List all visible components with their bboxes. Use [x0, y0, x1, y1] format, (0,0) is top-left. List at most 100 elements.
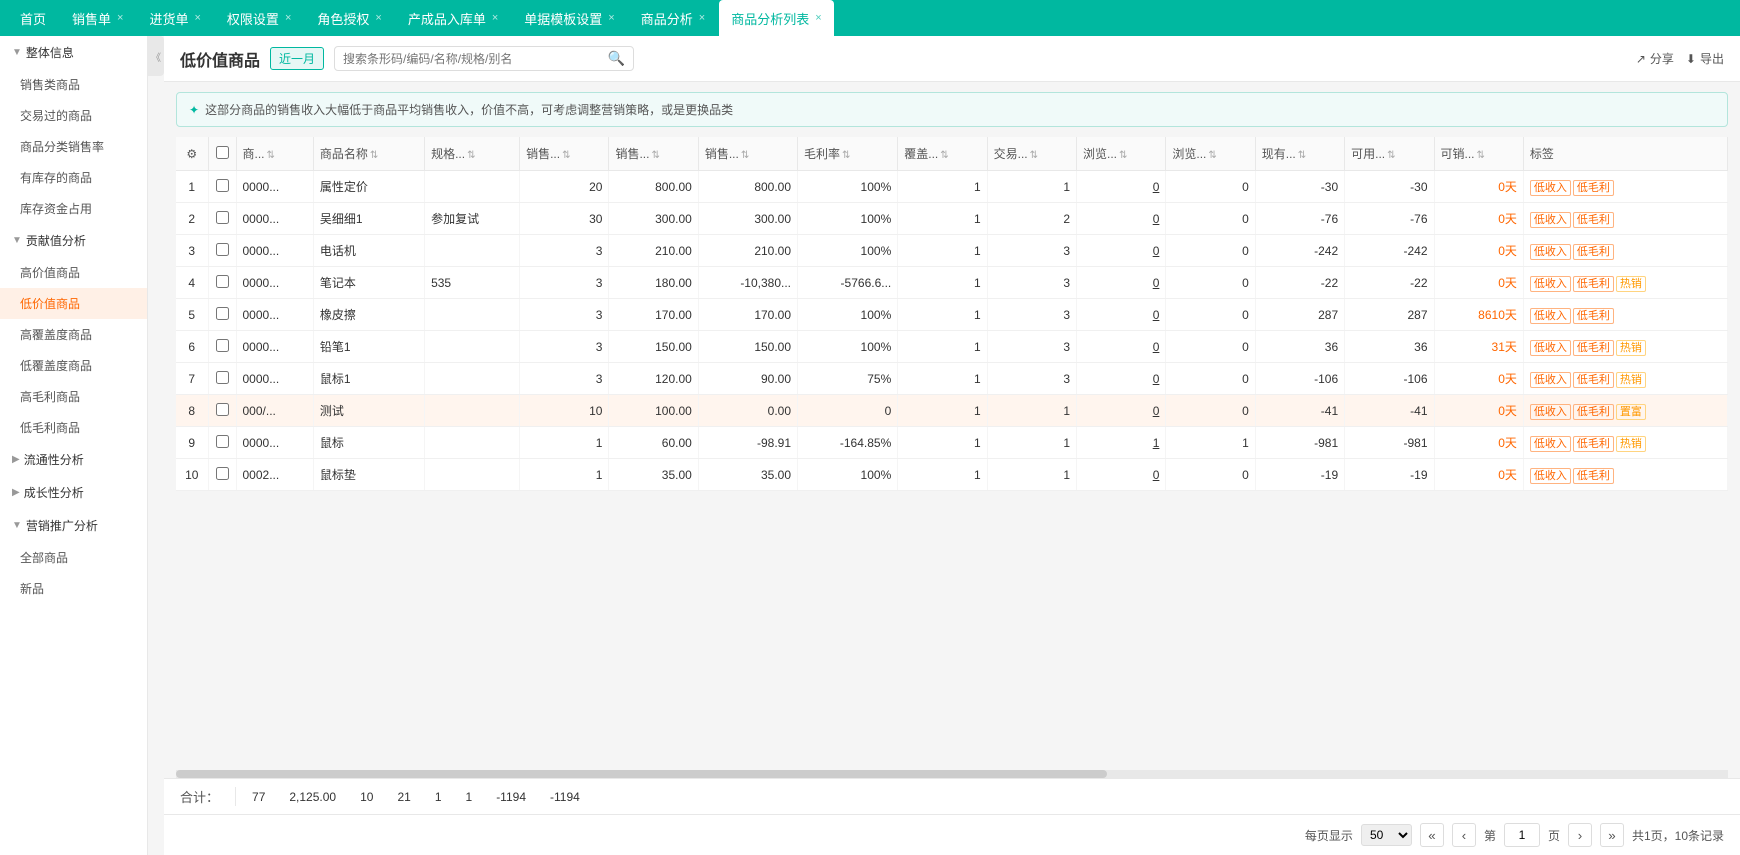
row-browse1[interactable]: 0 — [1077, 235, 1166, 267]
sidebar-item-low-value[interactable]: 低价值商品 — [0, 288, 147, 319]
close-icon[interactable]: × — [375, 12, 381, 24]
sidebar-group-growth[interactable]: ▶ 成长性分析 — [0, 476, 147, 509]
first-page-button[interactable]: « — [1420, 823, 1444, 847]
scrollbar-thumb[interactable] — [176, 770, 1107, 778]
nav-home[interactable]: 首页 — [8, 0, 58, 36]
col-available-header[interactable]: 可用...⇅ — [1345, 137, 1434, 171]
nav-product-storage[interactable]: 产成品入库单× — [396, 0, 510, 36]
row-name[interactable]: 笔记本 — [313, 267, 424, 299]
row-browse1[interactable]: 0 — [1077, 331, 1166, 363]
nav-template-settings[interactable]: 单据模板设置× — [512, 0, 626, 36]
nav-product-analysis[interactable]: 商品分析× — [629, 0, 717, 36]
col-browse1-header[interactable]: 浏览...⇅ — [1077, 137, 1166, 171]
nav-sales-order[interactable]: 销售单× — [60, 0, 135, 36]
search-icon[interactable]: 🔍 — [608, 50, 625, 67]
row-select-checkbox[interactable] — [216, 435, 229, 448]
row-name[interactable]: 鼠标垫 — [313, 459, 424, 491]
export-button[interactable]: ⬇ 导出 — [1686, 50, 1724, 67]
row-name[interactable]: 属性定价 — [313, 171, 424, 203]
last-page-button[interactable]: » — [1600, 823, 1624, 847]
close-icon[interactable]: × — [194, 12, 200, 24]
search-input[interactable] — [343, 52, 602, 66]
row-checkbox[interactable] — [208, 363, 236, 395]
page-number-input[interactable] — [1504, 823, 1540, 847]
nav-product-analysis-list[interactable]: 商品分析列表× — [719, 0, 833, 36]
row-select-checkbox[interactable] — [216, 243, 229, 256]
sidebar-item-new-products[interactable]: 新品 — [0, 573, 147, 604]
sidebar-group-contribution[interactable]: ▼ 贡献值分析 — [0, 224, 147, 257]
row-browse1[interactable]: 0 — [1077, 299, 1166, 331]
col-settings[interactable]: ⚙ — [176, 137, 208, 171]
sidebar-collapse-button[interactable]: 《 — [148, 36, 164, 76]
close-icon[interactable]: × — [608, 12, 614, 24]
row-checkbox[interactable] — [208, 203, 236, 235]
sidebar-item-high-coverage[interactable]: 高覆盖度商品 — [0, 319, 147, 350]
col-profit-header[interactable]: 毛利率⇅ — [798, 137, 898, 171]
row-checkbox[interactable] — [208, 331, 236, 363]
col-coverage-header[interactable]: 覆盖...⇅ — [898, 137, 987, 171]
row-name[interactable]: 鼠标1 — [313, 363, 424, 395]
sidebar-item-low-profit[interactable]: 低毛利商品 — [0, 412, 147, 443]
row-checkbox[interactable] — [208, 459, 236, 491]
sidebar-group-circulation[interactable]: ▶ 流通性分析 — [0, 443, 147, 476]
horizontal-scrollbar[interactable] — [176, 770, 1728, 778]
sidebar-item-low-coverage[interactable]: 低覆盖度商品 — [0, 350, 147, 381]
row-name[interactable]: 吴细细1 — [313, 203, 424, 235]
col-browse2-header[interactable]: 浏览...⇅ — [1166, 137, 1255, 171]
row-name[interactable]: 电话机 — [313, 235, 424, 267]
row-name[interactable]: 鼠标 — [313, 427, 424, 459]
col-code-header[interactable]: 商...⇅ — [236, 137, 313, 171]
nav-permissions[interactable]: 权限设置× — [215, 0, 303, 36]
col-spec-header[interactable]: 规格...⇅ — [425, 137, 520, 171]
close-icon[interactable]: × — [492, 12, 498, 24]
close-icon[interactable]: × — [117, 12, 123, 24]
row-select-checkbox[interactable] — [216, 275, 229, 288]
col-name-header[interactable]: 商品名称⇅ — [313, 137, 424, 171]
prev-page-button[interactable]: ‹ — [1452, 823, 1476, 847]
row-checkbox[interactable] — [208, 267, 236, 299]
close-icon[interactable]: × — [699, 12, 705, 24]
sidebar-item-inventory-funds[interactable]: 库存资金占用 — [0, 193, 147, 224]
row-checkbox[interactable] — [208, 395, 236, 427]
select-all-checkbox[interactable] — [216, 146, 229, 159]
row-select-checkbox[interactable] — [216, 371, 229, 384]
sidebar-item-sales-products[interactable]: 销售类商品 — [0, 69, 147, 100]
row-browse1[interactable]: 1 — [1077, 427, 1166, 459]
row-select-checkbox[interactable] — [216, 307, 229, 320]
nav-purchase-order[interactable]: 进货单× — [137, 0, 212, 36]
sidebar-item-high-value[interactable]: 高价值商品 — [0, 257, 147, 288]
time-filter-button[interactable]: 近一月 — [270, 47, 324, 70]
row-name[interactable]: 铅笔1 — [313, 331, 424, 363]
per-page-select[interactable]: 50 100 200 — [1361, 824, 1412, 846]
row-select-checkbox[interactable] — [216, 403, 229, 416]
sidebar-group-marketing[interactable]: ▼ 营销推广分析 — [0, 509, 147, 542]
row-select-checkbox[interactable] — [216, 467, 229, 480]
row-select-checkbox[interactable] — [216, 211, 229, 224]
row-select-checkbox[interactable] — [216, 339, 229, 352]
row-checkbox[interactable] — [208, 427, 236, 459]
col-sales2-header[interactable]: 销售...⇅ — [609, 137, 698, 171]
next-page-button[interactable]: › — [1568, 823, 1592, 847]
row-browse1[interactable]: 0 — [1077, 171, 1166, 203]
share-button[interactable]: ↗ 分享 — [1636, 50, 1674, 67]
sidebar-item-category-sales-rate[interactable]: 商品分类销售率 — [0, 131, 147, 162]
row-browse1[interactable]: 0 — [1077, 459, 1166, 491]
sidebar-item-all-products[interactable]: 全部商品 — [0, 542, 147, 573]
row-name[interactable]: 橡皮擦 — [313, 299, 424, 331]
col-trade-header[interactable]: 交易...⇅ — [987, 137, 1076, 171]
row-select-checkbox[interactable] — [216, 179, 229, 192]
row-checkbox[interactable] — [208, 171, 236, 203]
row-browse1[interactable]: 0 — [1077, 363, 1166, 395]
col-sellable-header[interactable]: 可销...⇅ — [1434, 137, 1523, 171]
col-sales1-header[interactable]: 销售...⇅ — [520, 137, 609, 171]
row-browse1[interactable]: 0 — [1077, 203, 1166, 235]
row-checkbox[interactable] — [208, 235, 236, 267]
row-browse1[interactable]: 0 — [1077, 267, 1166, 299]
row-checkbox[interactable] — [208, 299, 236, 331]
sidebar-group-overall[interactable]: ▼ 整体信息 — [0, 36, 147, 69]
close-icon[interactable]: × — [815, 12, 821, 24]
row-name[interactable]: 测试 — [313, 395, 424, 427]
sidebar-item-stock-products[interactable]: 有库存的商品 — [0, 162, 147, 193]
col-sales3-header[interactable]: 销售...⇅ — [698, 137, 797, 171]
sidebar-item-high-profit[interactable]: 高毛利商品 — [0, 381, 147, 412]
